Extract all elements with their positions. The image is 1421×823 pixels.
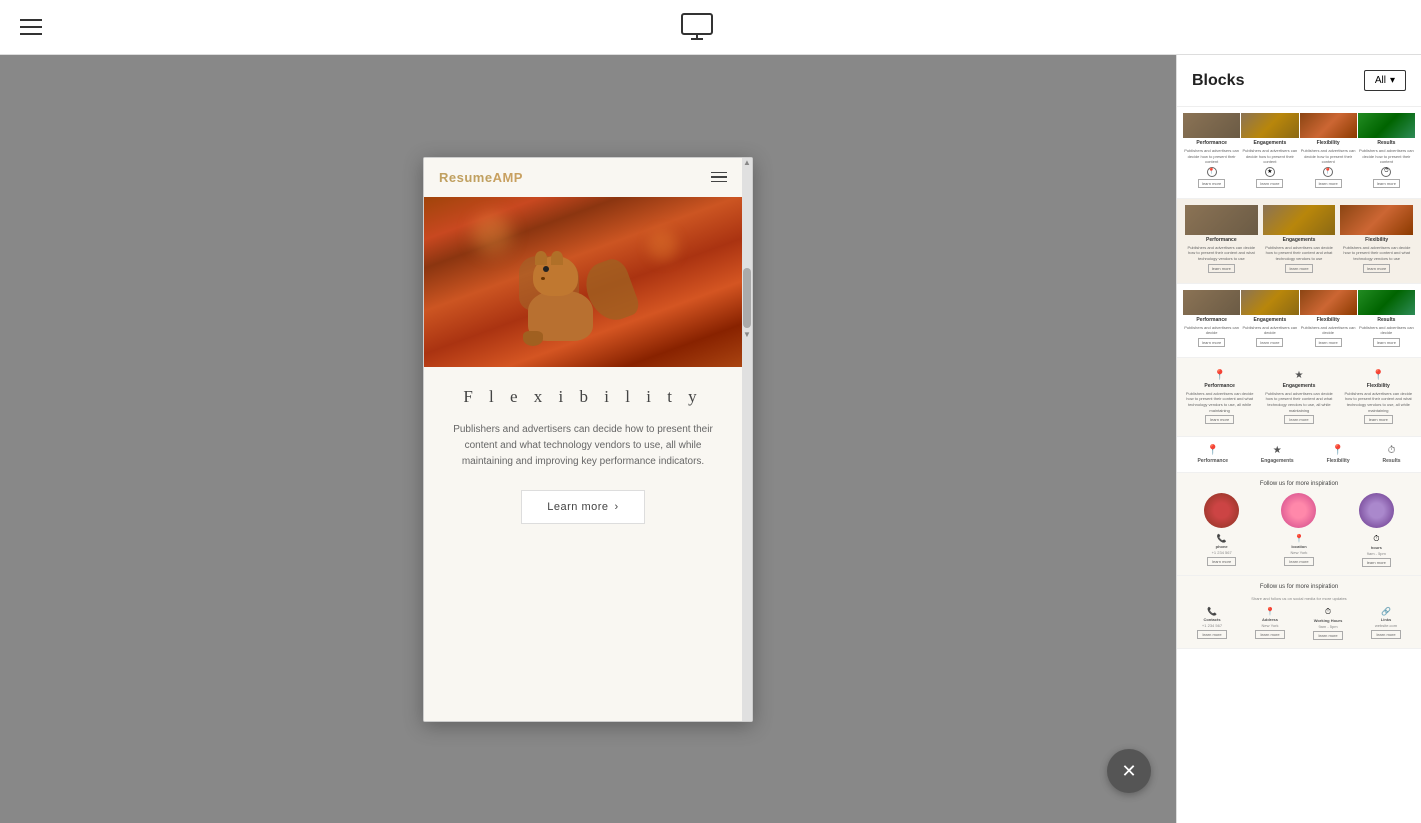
b5-label3: Flexibility [1327,458,1350,464]
b7-contacts-label: Contacts [1203,617,1220,622]
col-title-performance: Performance [1196,140,1227,146]
social-img-1 [1204,493,1239,528]
b3-flexibility: Flexibility [1317,317,1340,323]
phone-cta-button[interactable]: Learn more › [521,490,644,524]
b7-links-icon: 🔗 [1381,607,1391,616]
block-item-1[interactable]: Performance Publishers and advertisers c… [1177,107,1421,199]
b7-hours-label: Working Hours [1314,618,1343,623]
social-img-3 [1359,493,1394,528]
b4-flexibility: Flexibility [1367,383,1390,389]
b7-contacts-icon: 📞 [1207,607,1217,616]
b4-engagements: Engagements [1283,383,1316,389]
main-area: ResumeAMP [0,55,1421,823]
block-item-5[interactable]: 📍 Performance ★ Engagements 📍 Flexibilit… [1177,437,1421,473]
filter-all-button[interactable]: All ▾ [1364,70,1406,91]
b7-links-label: Links [1381,617,1391,622]
block1-icon4: ⏱ [1381,167,1391,177]
b3-performance: Performance [1196,317,1227,323]
b2-col-title-engagements: Engagements [1283,237,1316,243]
block-item-4[interactable]: 📍 Performance Publishers and advertisers… [1177,358,1421,437]
scroll-down-arrow[interactable]: ▼ [742,330,752,340]
col-title-results: Results [1377,140,1395,146]
b7-address-label: Address [1262,617,1278,622]
logo-amp: AMP [493,170,523,185]
filter-label: All [1375,75,1386,86]
phone-scrollbar[interactable]: ▲ ▼ [742,158,752,721]
b2-col-title-performance: Performance [1206,237,1237,243]
social-img-2 [1281,493,1316,528]
b5-icon3: 📍 [1332,445,1344,456]
b7-hours-icon: ⏱ [1325,607,1331,617]
si3: ⏱ [1373,534,1379,544]
panel-header: Blocks All ▾ [1177,55,1421,107]
social-title-7: Follow us for more inspiration [1183,584,1415,590]
scroll-up-arrow[interactable]: ▲ [742,158,752,168]
block-item-7[interactable]: Follow us for more inspiration Share and… [1177,576,1421,649]
block1-icon1: 📍 [1207,167,1217,177]
block1-icon3: 📍 [1323,167,1333,177]
b5-icon1: 📍 [1207,445,1219,456]
phone-content: ResumeAMP [424,158,742,721]
si1: 📞 [1217,534,1227,543]
top-bar [0,0,1421,55]
panel-title: Blocks [1192,72,1244,90]
block1-icon2: ★ [1265,167,1275,177]
block-item-3[interactable]: Performance Publishers and advertisers c… [1177,284,1421,358]
phone-cta-label: Learn more [547,501,608,513]
b5-icon4: ⏱ [1388,445,1396,456]
phone-section-description: Publishers and advertisers can decide ho… [449,422,717,470]
phone-nav: ResumeAMP [424,158,742,197]
preview-mode-button[interactable] [679,9,715,45]
phone-cta-arrow: › [615,501,619,513]
hamburger-button[interactable] [20,19,42,35]
b5-icon2: ★ [1273,445,1282,456]
social-title-6: Follow us for more inspiration [1183,481,1415,487]
b5-label2: Engagements [1261,458,1294,464]
block1-btn4: learn more [1373,179,1400,188]
close-button[interactable]: ✕ [1107,749,1151,793]
filter-arrow: ▾ [1390,75,1395,86]
phone-hero-image [424,197,742,367]
phone-section-title: F l e x i b i l i t y [449,387,717,407]
si2: 📍 [1294,534,1304,543]
block-item-2[interactable]: Performance Publishers and advertisers c… [1177,199,1421,284]
b2-btn3: learn more [1363,264,1390,273]
col-title-flexibility: Flexibility [1317,140,1340,146]
phone-logo: ResumeAMP [439,170,523,185]
phone-text-area: F l e x i b i l i t y Publishers and adv… [424,367,742,539]
block-item-6[interactable]: Follow us for more inspiration 📞 phone +… [1177,473,1421,576]
b7-address-icon: 📍 [1265,607,1275,616]
b3-engagements: Engagements [1253,317,1286,323]
b4-performance: Performance [1204,383,1235,389]
b5-label1: Performance [1197,458,1228,464]
b2-col-title-flexibility: Flexibility [1365,237,1388,243]
phone-nav-hamburger[interactable] [711,172,727,183]
block1-btn1: learn more [1198,179,1225,188]
phone-mockup: ResumeAMP [423,157,753,722]
close-icon: ✕ [1121,761,1136,782]
logo-resume: Resume [439,170,493,185]
b3-results: Results [1377,317,1395,323]
block1-btn3: learn more [1315,179,1342,188]
preview-area: ResumeAMP [0,55,1176,823]
col-title-engagements: Engagements [1253,140,1286,146]
b5-label4: Results [1383,458,1401,464]
b2-btn2: learn more [1285,264,1312,273]
b2-btn1: learn more [1208,264,1235,273]
blocks-panel: Blocks All ▾ Performance Publishers and … [1176,55,1421,823]
block1-btn2: learn more [1256,179,1283,188]
scroll-thumb[interactable] [743,268,751,328]
